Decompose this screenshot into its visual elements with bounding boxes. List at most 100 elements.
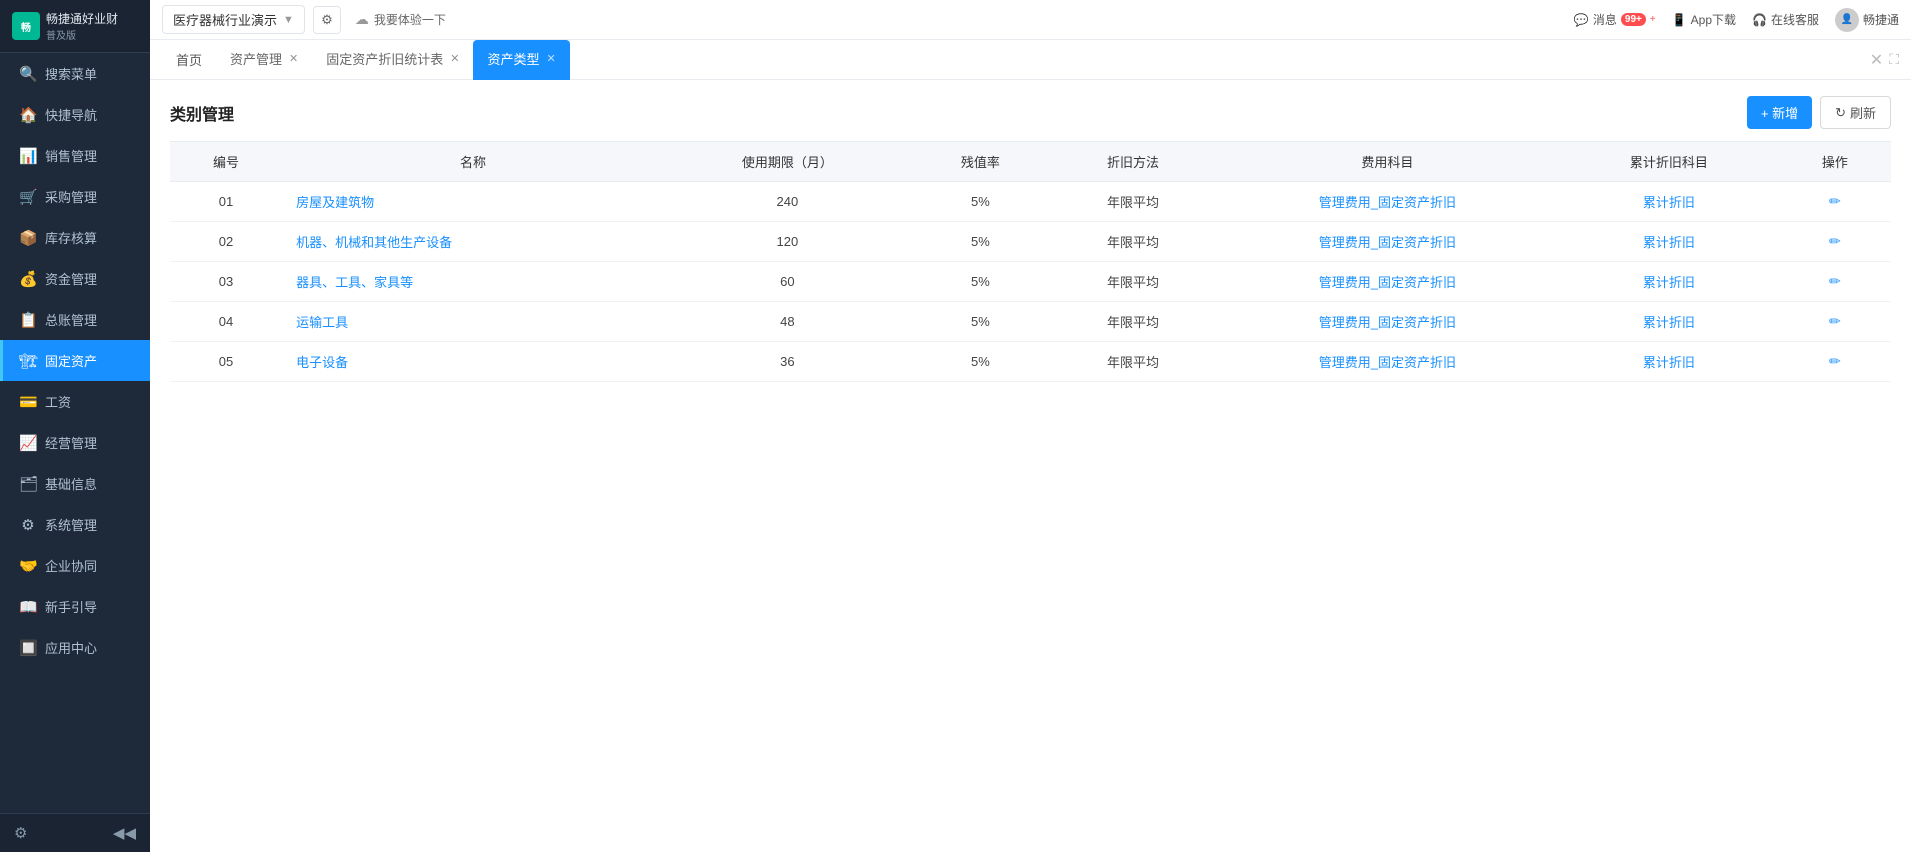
maximize-icon[interactable]: ⛶ bbox=[1889, 51, 1899, 68]
cell-depreciation-method: 年限平均 bbox=[1050, 182, 1216, 222]
refresh-button[interactable]: ↻ 刷新 bbox=[1820, 96, 1891, 129]
messages-label: 消息 bbox=[1593, 11, 1617, 28]
experience-text: 我要体验一下 bbox=[374, 11, 446, 28]
folder-icon: 🗂 bbox=[19, 475, 37, 493]
app-download-button[interactable]: 📱 App下载 bbox=[1672, 11, 1736, 28]
page-title: 类别管理 bbox=[170, 101, 234, 125]
table-row: 05 电子设备 36 5% 年限平均 管理费用_固定资产折旧 累计折旧 ✏ bbox=[170, 342, 1891, 382]
money-icon: 💰 bbox=[19, 270, 37, 288]
user-profile[interactable]: 👤 畅捷通 bbox=[1835, 8, 1899, 32]
cell-expense-account: 管理费用_固定资产折旧 bbox=[1216, 302, 1559, 342]
book-icon: 📖 bbox=[19, 598, 37, 616]
operations-icon: 📈 bbox=[19, 434, 37, 452]
table-row: 04 运输工具 48 5% 年限平均 管理费用_固定资产折旧 累计折旧 ✏ bbox=[170, 302, 1891, 342]
collapse-icon[interactable]: ◀◀ bbox=[113, 824, 136, 842]
asset-mgmt-tab-label: 资产管理 bbox=[230, 49, 282, 68]
table-row: 03 器具、工具、家具等 60 5% 年限平均 管理费用_固定资产折旧 累计折旧… bbox=[170, 262, 1891, 302]
sidebar-item-inventory[interactable]: 📦 库存核算 bbox=[0, 217, 150, 258]
panel-header: 类别管理 + 新增 ↻ 刷新 bbox=[150, 80, 1911, 141]
settings-button[interactable]: ⚙ bbox=[313, 6, 341, 34]
sidebar-item-purchase[interactable]: 🛒 采购管理 bbox=[0, 176, 150, 217]
settings-bottom-icon[interactable]: ⚙ bbox=[14, 824, 27, 842]
sidebar-item-payroll[interactable]: 💳 工资 bbox=[0, 381, 150, 422]
sidebar-item-system[interactable]: ⚙ 系统管理 bbox=[0, 504, 150, 545]
sidebar-logo: 畅 畅捷通好业财 普及版 bbox=[0, 0, 150, 53]
cell-useful-life: 60 bbox=[664, 262, 911, 302]
close-window-icon[interactable]: ✕ bbox=[1870, 50, 1883, 70]
gear-icon: ⚙ bbox=[321, 12, 333, 28]
cell-name: 房屋及建筑物 bbox=[282, 182, 664, 222]
experience-button[interactable]: ☁ 我要体验一下 bbox=[355, 11, 446, 28]
notification-badge: 99+ bbox=[1621, 13, 1646, 26]
sidebar-item-quick-nav[interactable]: 🏠 快捷导航 bbox=[0, 94, 150, 135]
sidebar-item-app-center[interactable]: 🔲 应用中心 bbox=[0, 627, 150, 668]
search-icon: 🔍 bbox=[19, 65, 37, 83]
gear-icon: ⚙ bbox=[19, 516, 37, 534]
edit-icon[interactable]: ✏ bbox=[1829, 193, 1841, 209]
cell-expense-account: 管理费用_固定资产折旧 bbox=[1216, 222, 1559, 262]
chevron-down-icon: ▼ bbox=[283, 14, 294, 26]
sidebar-item-label: 资金管理 bbox=[45, 269, 97, 288]
sidebar: 畅 畅捷通好业财 普及版 🔍 搜索菜单 🏠 快捷导航 📊 销售管理 🛒 采购管理… bbox=[0, 0, 150, 852]
cell-operation: ✏ bbox=[1779, 262, 1891, 302]
messages-button[interactable]: 💬 消息 99+ + bbox=[1574, 11, 1656, 28]
tab-asset-type[interactable]: 资产类型 ✕ bbox=[473, 40, 569, 80]
tab-home[interactable]: 首页 bbox=[162, 40, 216, 80]
close-icon[interactable]: ✕ bbox=[450, 52, 459, 65]
col-expense-account: 费用科目 bbox=[1216, 142, 1559, 182]
company-selector[interactable]: 医疗器械行业演示 ▼ bbox=[162, 5, 305, 34]
new-button[interactable]: + 新增 bbox=[1747, 96, 1812, 129]
col-code: 编号 bbox=[170, 142, 282, 182]
sidebar-item-ledger[interactable]: 📋 总账管理 bbox=[0, 299, 150, 340]
cell-code: 02 bbox=[170, 222, 282, 262]
customer-service-button[interactable]: 🎧 在线客服 bbox=[1752, 11, 1819, 28]
sidebar-item-cooperation[interactable]: 🤝 企业协同 bbox=[0, 545, 150, 586]
cell-expense-account: 管理费用_固定资产折旧 bbox=[1216, 342, 1559, 382]
cell-accum-depreciation: 累计折旧 bbox=[1559, 302, 1779, 342]
cell-name: 运输工具 bbox=[282, 302, 664, 342]
cell-useful-life: 120 bbox=[664, 222, 911, 262]
edit-icon[interactable]: ✏ bbox=[1829, 273, 1841, 289]
box-icon: 📦 bbox=[19, 229, 37, 247]
col-operation: 操作 bbox=[1779, 142, 1891, 182]
table-wrapper: 编号 名称 使用期限（月） 残值率 折旧方法 费用科目 累计折旧科目 操作 01… bbox=[150, 141, 1911, 382]
sidebar-item-label: 总账管理 bbox=[45, 310, 97, 329]
sidebar-item-fixed-assets[interactable]: 🏗 固定资产 bbox=[0, 340, 150, 381]
cell-useful-life: 36 bbox=[664, 342, 911, 382]
col-useful-life: 使用期限（月） bbox=[664, 142, 911, 182]
edit-icon[interactable]: ✏ bbox=[1829, 313, 1841, 329]
sidebar-item-label: 快捷导航 bbox=[45, 105, 97, 124]
cell-name: 电子设备 bbox=[282, 342, 664, 382]
cell-accum-depreciation: 累计折旧 bbox=[1559, 182, 1779, 222]
sidebar-item-search[interactable]: 🔍 搜索菜单 bbox=[0, 53, 150, 94]
username: 畅捷通 bbox=[1863, 11, 1899, 28]
cell-residual-rate: 5% bbox=[911, 262, 1050, 302]
tab-depreciation-table[interactable]: 固定资产折旧统计表 ✕ bbox=[312, 40, 473, 80]
close-icon[interactable]: ✕ bbox=[547, 52, 556, 65]
cell-operation: ✏ bbox=[1779, 342, 1891, 382]
cell-residual-rate: 5% bbox=[911, 302, 1050, 342]
cell-expense-account: 管理费用_固定资产折旧 bbox=[1216, 262, 1559, 302]
sidebar-item-basic-info[interactable]: 🗂 基础信息 bbox=[0, 463, 150, 504]
download-icon: 📱 bbox=[1672, 13, 1687, 27]
sidebar-item-guide[interactable]: 📖 新手引导 bbox=[0, 586, 150, 627]
edit-icon[interactable]: ✏ bbox=[1829, 233, 1841, 249]
cell-residual-rate: 5% bbox=[911, 182, 1050, 222]
cell-code: 04 bbox=[170, 302, 282, 342]
tab-asset-mgmt[interactable]: 资产管理 ✕ bbox=[216, 40, 312, 80]
sidebar-item-operations[interactable]: 📈 经营管理 bbox=[0, 422, 150, 463]
cell-name: 器具、工具、家具等 bbox=[282, 262, 664, 302]
tabbar: 首页 资产管理 ✕ 固定资产折旧统计表 ✕ 资产类型 ✕ ✕ ⛶ bbox=[150, 40, 1911, 80]
close-icon[interactable]: ✕ bbox=[289, 52, 298, 65]
sidebar-bottom: ⚙ ◀◀ bbox=[0, 813, 150, 852]
cell-operation: ✏ bbox=[1779, 222, 1891, 262]
depreciation-tab-label: 固定资产折旧统计表 bbox=[326, 49, 443, 68]
edit-icon[interactable]: ✏ bbox=[1829, 353, 1841, 369]
refresh-label: 刷新 bbox=[1850, 103, 1876, 122]
col-residual-rate: 残值率 bbox=[911, 142, 1050, 182]
cell-depreciation-method: 年限平均 bbox=[1050, 342, 1216, 382]
cloud-icon: ☁ bbox=[355, 11, 369, 28]
topbar: 医疗器械行业演示 ▼ ⚙ ☁ 我要体验一下 💬 消息 99+ + 📱 App下载… bbox=[150, 0, 1911, 40]
sidebar-item-capital[interactable]: 💰 资金管理 bbox=[0, 258, 150, 299]
sidebar-item-sales[interactable]: 📊 销售管理 bbox=[0, 135, 150, 176]
